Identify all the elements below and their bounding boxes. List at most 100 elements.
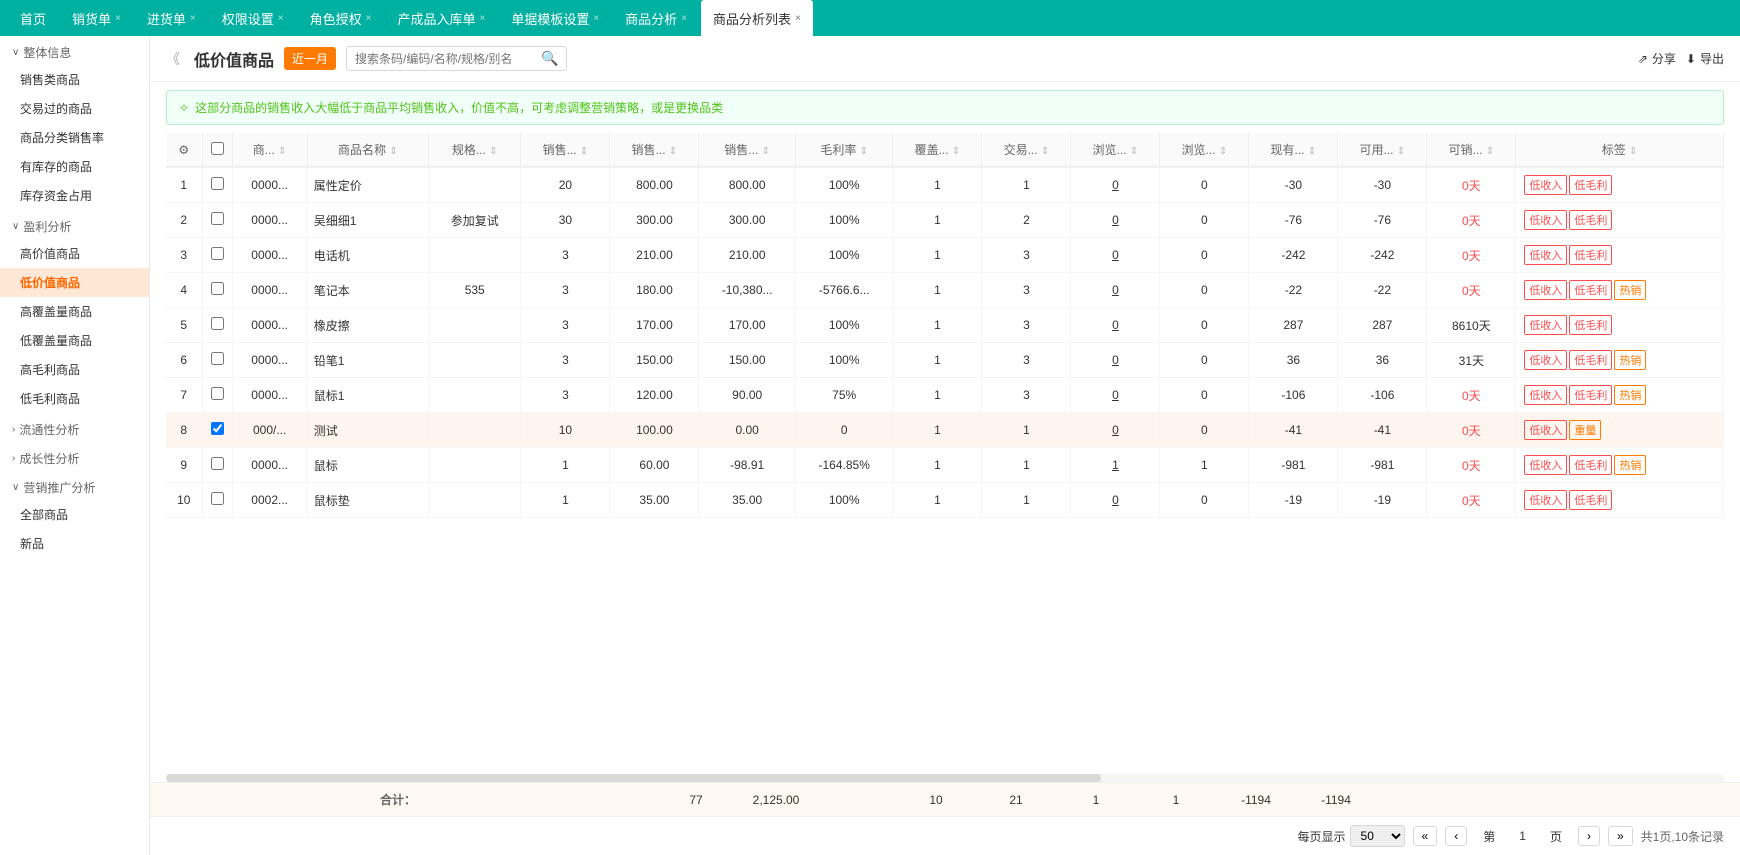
row-checkbox[interactable] [211, 247, 224, 260]
nav-close-analysis-list[interactable]: × [795, 13, 801, 24]
period-button[interactable]: 近一月 [284, 47, 336, 70]
sidebar-group-marketing: ∨ 营销推广分析 全部商品 新品 [0, 471, 149, 558]
next-page-button[interactable]: › [1578, 826, 1600, 846]
sidebar-item-stock-capital[interactable]: 库存资金占用 [0, 181, 149, 210]
cell-qty: 3 [521, 273, 610, 308]
sidebar-item-low-margin[interactable]: 低毛利商品 [0, 384, 149, 413]
nav-role-auth[interactable]: 角色授权 × [298, 0, 384, 36]
th-days[interactable]: 可销... ⇕ [1427, 133, 1516, 167]
th-sale-total[interactable]: 销售... ⇕ [699, 133, 796, 167]
row-checkbox[interactable] [211, 317, 224, 330]
sidebar-item-sales-goods[interactable]: 销售类商品 [0, 65, 149, 94]
cell-name[interactable]: 属性定价 [307, 167, 428, 203]
row-checkbox[interactable] [211, 387, 224, 400]
nav-product-analysis-list[interactable]: 商品分析列表 × [701, 0, 813, 36]
per-page-select[interactable]: 50 100 200 [1350, 825, 1405, 847]
nav-close-analysis[interactable]: × [681, 13, 687, 24]
cell-stock: -22 [1249, 273, 1338, 308]
cell-name[interactable]: 铅笔1 [307, 343, 428, 378]
row-checkbox[interactable] [211, 422, 224, 435]
sidebar-group-growth-title[interactable]: › 成长性分析 [0, 442, 149, 471]
sidebar-item-category-sales[interactable]: 商品分类销售率 [0, 123, 149, 152]
sidebar-group-circulation-title[interactable]: › 流通性分析 [0, 413, 149, 442]
prev-page-button[interactable]: ‹ [1445, 826, 1467, 846]
th-trade[interactable]: 交易... ⇕ [982, 133, 1071, 167]
cell-no: 8 [166, 413, 202, 448]
cell-name[interactable]: 测试 [307, 413, 428, 448]
cell-coverage: 1 [893, 413, 982, 448]
sidebar-group-overall-title[interactable]: ∨ 整体信息 [0, 36, 149, 65]
cell-name[interactable]: 鼠标1 [307, 378, 428, 413]
sidebar-item-low-value[interactable]: 低价值商品 [0, 268, 149, 297]
sidebar-item-traded-goods[interactable]: 交易过的商品 [0, 94, 149, 123]
nav-sales-order[interactable]: 销货单 × [60, 0, 133, 36]
sidebar-item-stock-goods[interactable]: 有库存的商品 [0, 152, 149, 181]
th-stock[interactable]: 现有... ⇕ [1249, 133, 1338, 167]
export-button[interactable]: ⬇ 导出 [1686, 50, 1724, 67]
sidebar-group-profit-title[interactable]: ∨ 盈利分析 [0, 210, 149, 239]
th-code[interactable]: 商... ⇕ [232, 133, 307, 167]
cell-days: 0天 [1427, 448, 1516, 483]
nav-close-template[interactable]: × [593, 13, 599, 24]
sidebar-item-high-coverage[interactable]: 高覆盖量商品 [0, 297, 149, 326]
last-page-button[interactable]: » [1608, 826, 1633, 846]
cell-trade: 1 [982, 167, 1071, 203]
nav-close-role[interactable]: × [366, 13, 372, 24]
row-checkbox[interactable] [211, 492, 224, 505]
nav-purchase-order[interactable]: 进货单 × [135, 0, 208, 36]
cell-name[interactable]: 电话机 [307, 238, 428, 273]
settings-icon[interactable]: ⚙ [178, 143, 189, 157]
sidebar-item-new-goods[interactable]: 新品 [0, 529, 149, 558]
row-checkbox[interactable] [211, 457, 224, 470]
th-name[interactable]: 商品名称 ⇕ [307, 133, 428, 167]
sidebar-collapse-btn[interactable]: 《 [166, 49, 180, 69]
nav-close-warehousing[interactable]: × [479, 13, 485, 24]
row-checkbox[interactable] [211, 177, 224, 190]
cell-no: 2 [166, 203, 202, 238]
th-browse1[interactable]: 浏览... ⇕ [1071, 133, 1160, 167]
sidebar-item-high-value[interactable]: 高价值商品 [0, 239, 149, 268]
nav-permissions[interactable]: 权限设置 × [210, 0, 296, 36]
footer-total: 合计： 77 2,125.00 10 21 1 1 -1194 -1194 [150, 782, 1740, 816]
cell-sale-amt: 180.00 [610, 273, 699, 308]
cell-days: 0天 [1427, 167, 1516, 203]
th-qty[interactable]: 销售... ⇕ [521, 133, 610, 167]
th-browse2[interactable]: 浏览... ⇕ [1160, 133, 1249, 167]
cell-name[interactable]: 鼠标 [307, 448, 428, 483]
th-gross[interactable]: 毛利率 ⇕ [795, 133, 893, 167]
sidebar-item-high-margin[interactable]: 高毛利商品 [0, 355, 149, 384]
th-tags[interactable]: 标签 ⇕ [1516, 133, 1724, 167]
table-row: 6 0000... 铅笔1 3 150.00 150.00 100% 1 3 0… [166, 343, 1724, 378]
share-button[interactable]: ⇗ 分享 [1638, 50, 1676, 67]
scrollbar-thumb[interactable] [166, 774, 1101, 782]
tag-low-income: 低收入 [1524, 315, 1567, 335]
horizontal-scrollbar[interactable] [166, 774, 1724, 782]
row-checkbox[interactable] [211, 212, 224, 225]
nav-close-purchase[interactable]: × [190, 13, 196, 24]
search-input[interactable] [355, 52, 535, 66]
th-spec[interactable]: 规格... ⇕ [429, 133, 521, 167]
nav-close-sales[interactable]: × [115, 13, 121, 24]
nav-product-warehousing[interactable]: 产成品入库单 × [385, 0, 497, 36]
cell-name[interactable]: 橡皮擦 [307, 308, 428, 343]
nav-template-settings[interactable]: 单据模板设置 × [499, 0, 611, 36]
nav-product-analysis[interactable]: 商品分析 × [613, 0, 699, 36]
select-all-checkbox[interactable] [211, 142, 224, 155]
first-page-button[interactable]: « [1413, 826, 1438, 846]
search-icon[interactable]: 🔍 [541, 50, 558, 67]
th-sale-amt[interactable]: 销售... ⇕ [610, 133, 699, 167]
cell-checkbox [202, 203, 232, 238]
th-coverage[interactable]: 覆盖... ⇕ [893, 133, 982, 167]
row-checkbox[interactable] [211, 352, 224, 365]
cell-name[interactable]: 吴细细1 [307, 203, 428, 238]
cell-name[interactable]: 笔记本 [307, 273, 428, 308]
row-checkbox[interactable] [211, 282, 224, 295]
sidebar-item-low-coverage[interactable]: 低覆盖量商品 [0, 326, 149, 355]
nav-close-permissions[interactable]: × [278, 13, 284, 24]
cell-sale-amt: 170.00 [610, 308, 699, 343]
nav-home[interactable]: 首页 [8, 0, 58, 36]
cell-name[interactable]: 鼠标垫 [307, 483, 428, 518]
sidebar-group-marketing-title[interactable]: ∨ 营销推广分析 [0, 471, 149, 500]
sidebar-item-all-goods[interactable]: 全部商品 [0, 500, 149, 529]
th-avail[interactable]: 可用... ⇕ [1338, 133, 1427, 167]
